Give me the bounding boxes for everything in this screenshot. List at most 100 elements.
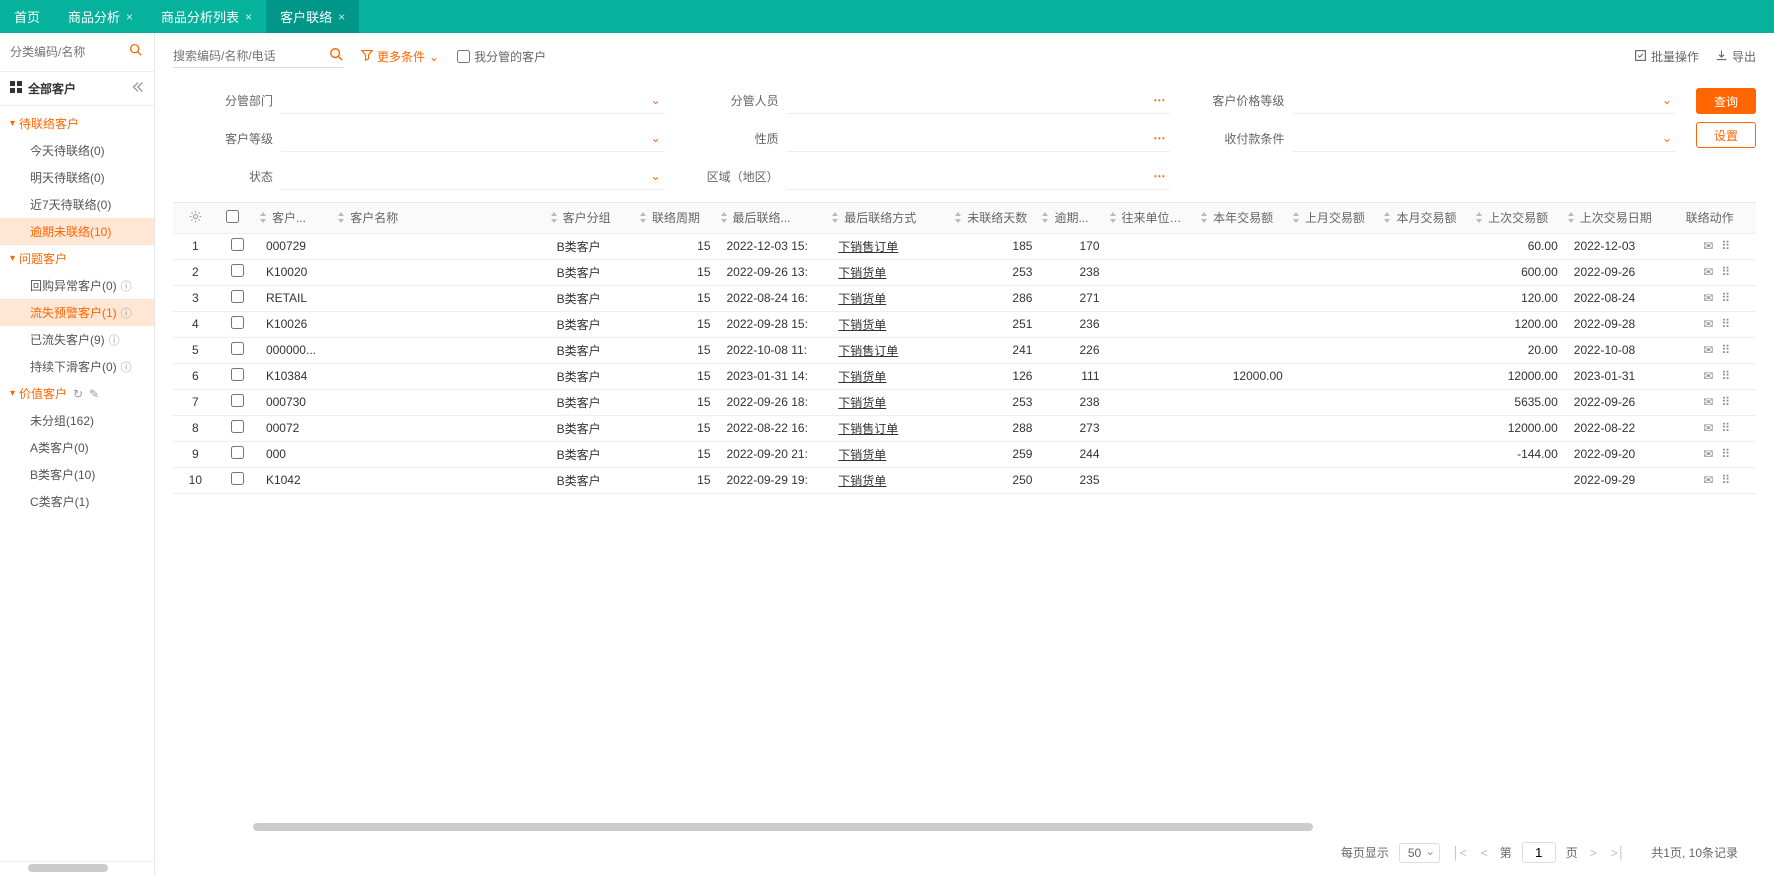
chat-icon[interactable]: ✉ <box>1703 421 1713 435</box>
row-checkbox[interactable] <box>231 290 244 303</box>
last-way-link[interactable]: 下销售订单 <box>838 422 898 436</box>
last-way-link[interactable]: 下销货单 <box>838 474 886 488</box>
sidebar-item[interactable]: 近7天待联络(0) <box>0 191 154 218</box>
table-row[interactable]: 1000729B类客户152022-12-03 15:下销售订单18517060… <box>173 233 1756 259</box>
more-icon[interactable]: ⠿ <box>1721 473 1730 487</box>
col-lastamt[interactable]: 上次交易额 <box>1474 203 1566 233</box>
sidebar-item[interactable]: A类客户(0) <box>0 434 154 461</box>
table-row[interactable]: 2K10020B类客户152022-09-26 13:下销货单253238600… <box>173 259 1756 285</box>
table-scrollbar[interactable] <box>173 820 1756 834</box>
sidebar-section[interactable]: ▾待联络客户 <box>0 110 154 137</box>
filter-grade-select[interactable]: ⌄ <box>281 124 665 152</box>
last-way-link[interactable]: 下销售订单 <box>838 344 898 358</box>
pager-prev-icon[interactable]: < <box>1479 846 1490 860</box>
col-nocontact[interactable]: 未联络天数 <box>953 203 1040 233</box>
query-button[interactable]: 查询 <box>1696 88 1756 114</box>
table-row[interactable]: 10K1042B类客户152022-09-29 19:下销货单250235202… <box>173 467 1756 493</box>
filter-staff-select[interactable]: ⋯ <box>787 86 1171 114</box>
table-row[interactable]: 4K10026B类客户152022-09-28 15:下销货单251236120… <box>173 311 1756 337</box>
close-icon[interactable]: × <box>245 10 252 24</box>
last-way-link[interactable]: 下销货单 <box>838 318 886 332</box>
settings-button[interactable]: 设置 <box>1696 122 1756 148</box>
chat-icon[interactable]: ✉ <box>1703 447 1713 461</box>
filter-nature-select[interactable]: ⋯ <box>787 124 1171 152</box>
table-row[interactable]: 9000B类客户152022-09-20 21:下销货单259244-144.0… <box>173 441 1756 467</box>
col-last-time[interactable]: 最后联络... <box>719 203 831 233</box>
search-input[interactable] <box>173 45 343 67</box>
export-button[interactable]: 导出 <box>1715 48 1756 65</box>
chat-icon[interactable]: ✉ <box>1703 317 1713 331</box>
row-checkbox[interactable] <box>231 394 244 407</box>
sidebar-search-input[interactable] <box>10 41 144 63</box>
row-checkbox[interactable] <box>231 264 244 277</box>
select-all-checkbox[interactable] <box>226 210 239 223</box>
sidebar-item[interactable]: 已流失客户(9) ⓘ <box>0 326 154 353</box>
filter-region-select[interactable]: ⋯ <box>787 162 1171 190</box>
sidebar-item[interactable]: 明天待联络(0) <box>0 164 154 191</box>
edit-icon[interactable]: ✎ <box>89 387 99 401</box>
chat-icon[interactable]: ✉ <box>1703 239 1713 253</box>
filter-payterm-select[interactable]: ⌄ <box>1292 124 1676 152</box>
more-icon[interactable]: ⠿ <box>1721 395 1730 409</box>
more-icon[interactable]: ⠿ <box>1721 369 1730 383</box>
sidebar-item[interactable]: 流失预警客户(1) ⓘ <box>0 299 154 326</box>
sidebar-section[interactable]: ▾价值客户↻✎ <box>0 380 154 407</box>
search-icon[interactable] <box>129 43 142 59</box>
col-last-way[interactable]: 最后联络方式 <box>830 203 953 233</box>
last-way-link[interactable]: 下销货单 <box>838 292 886 306</box>
pager-last-icon[interactable]: >│ <box>1609 846 1628 860</box>
sidebar-all-customers[interactable]: 全部客户 <box>0 72 154 106</box>
info-icon[interactable]: ⓘ <box>121 278 132 294</box>
close-icon[interactable]: × <box>338 10 345 24</box>
row-checkbox[interactable] <box>231 368 244 381</box>
checkbox[interactable] <box>457 50 470 63</box>
sidebar-item[interactable]: 今天待联络(0) <box>0 137 154 164</box>
row-checkbox[interactable] <box>231 472 244 485</box>
more-icon[interactable]: ⠿ <box>1721 317 1730 331</box>
sidebar-section[interactable]: ▾问题客户 <box>0 245 154 272</box>
col-lastm[interactable]: 上月交易额 <box>1291 203 1383 233</box>
col-code[interactable]: 客户... <box>258 203 336 233</box>
col-thism[interactable]: 本月交易额 <box>1382 203 1474 233</box>
more-icon[interactable]: ⠿ <box>1721 447 1730 461</box>
row-checkbox[interactable] <box>231 342 244 355</box>
chat-icon[interactable]: ✉ <box>1703 265 1713 279</box>
collapse-icon[interactable] <box>130 80 144 97</box>
row-checkbox[interactable] <box>231 238 244 251</box>
tab-home[interactable]: 首页 <box>0 0 54 33</box>
sidebar-item[interactable]: 回购异常客户(0) ⓘ <box>0 272 154 299</box>
chat-icon[interactable]: ✉ <box>1703 395 1713 409</box>
sidebar-item[interactable]: 持续下滑客户(0) ⓘ <box>0 353 154 380</box>
more-icon[interactable]: ⠿ <box>1721 291 1730 305</box>
more-icon[interactable]: ⠿ <box>1721 239 1730 253</box>
last-way-link[interactable]: 下销货单 <box>838 370 886 384</box>
info-icon[interactable]: ⓘ <box>121 305 132 321</box>
table-row[interactable]: 800072B类客户152022-08-22 16:下销售订单288273120… <box>173 415 1756 441</box>
chat-icon[interactable]: ✉ <box>1703 473 1713 487</box>
gear-icon[interactable] <box>189 210 202 226</box>
table-row[interactable]: 3RETAILB类客户152022-08-24 16:下销货单286271120… <box>173 285 1756 311</box>
last-way-link[interactable]: 下销货单 <box>838 396 886 410</box>
chat-icon[interactable]: ✉ <box>1703 291 1713 305</box>
close-icon[interactable]: × <box>126 10 133 24</box>
tab-product-analysis[interactable]: 商品分析× <box>54 0 147 33</box>
chat-icon[interactable]: ✉ <box>1703 369 1713 383</box>
page-input[interactable] <box>1522 842 1556 863</box>
info-icon[interactable]: ⓘ <box>121 359 132 375</box>
pager-first-icon[interactable]: │< <box>1450 846 1469 860</box>
col-lastdate[interactable]: 上次交易日期 <box>1566 203 1678 233</box>
more-icon[interactable]: ⠿ <box>1721 265 1730 279</box>
per-page-select[interactable]: 50 <box>1399 843 1440 863</box>
filter-pricegrade-select[interactable]: ⌄ <box>1292 86 1676 114</box>
sidebar-item[interactable]: C类客户(1) <box>0 488 154 515</box>
table-row[interactable]: 7000730B类客户152022-09-26 18:下销货单253238563… <box>173 389 1756 415</box>
pager-next-icon[interactable]: > <box>1588 846 1599 860</box>
refresh-icon[interactable]: ↻ <box>73 387 83 401</box>
batch-action-button[interactable]: 批量操作 <box>1634 48 1699 65</box>
last-way-link[interactable]: 下销货单 <box>838 266 886 280</box>
col-group[interactable]: 客户分组 <box>549 203 638 233</box>
tab-customer-contact[interactable]: 客户联络× <box>266 0 359 33</box>
col-name[interactable]: 客户名称 <box>336 203 548 233</box>
col-cycle[interactable]: 联络周期 <box>638 203 718 233</box>
last-way-link[interactable]: 下销售订单 <box>838 240 898 254</box>
